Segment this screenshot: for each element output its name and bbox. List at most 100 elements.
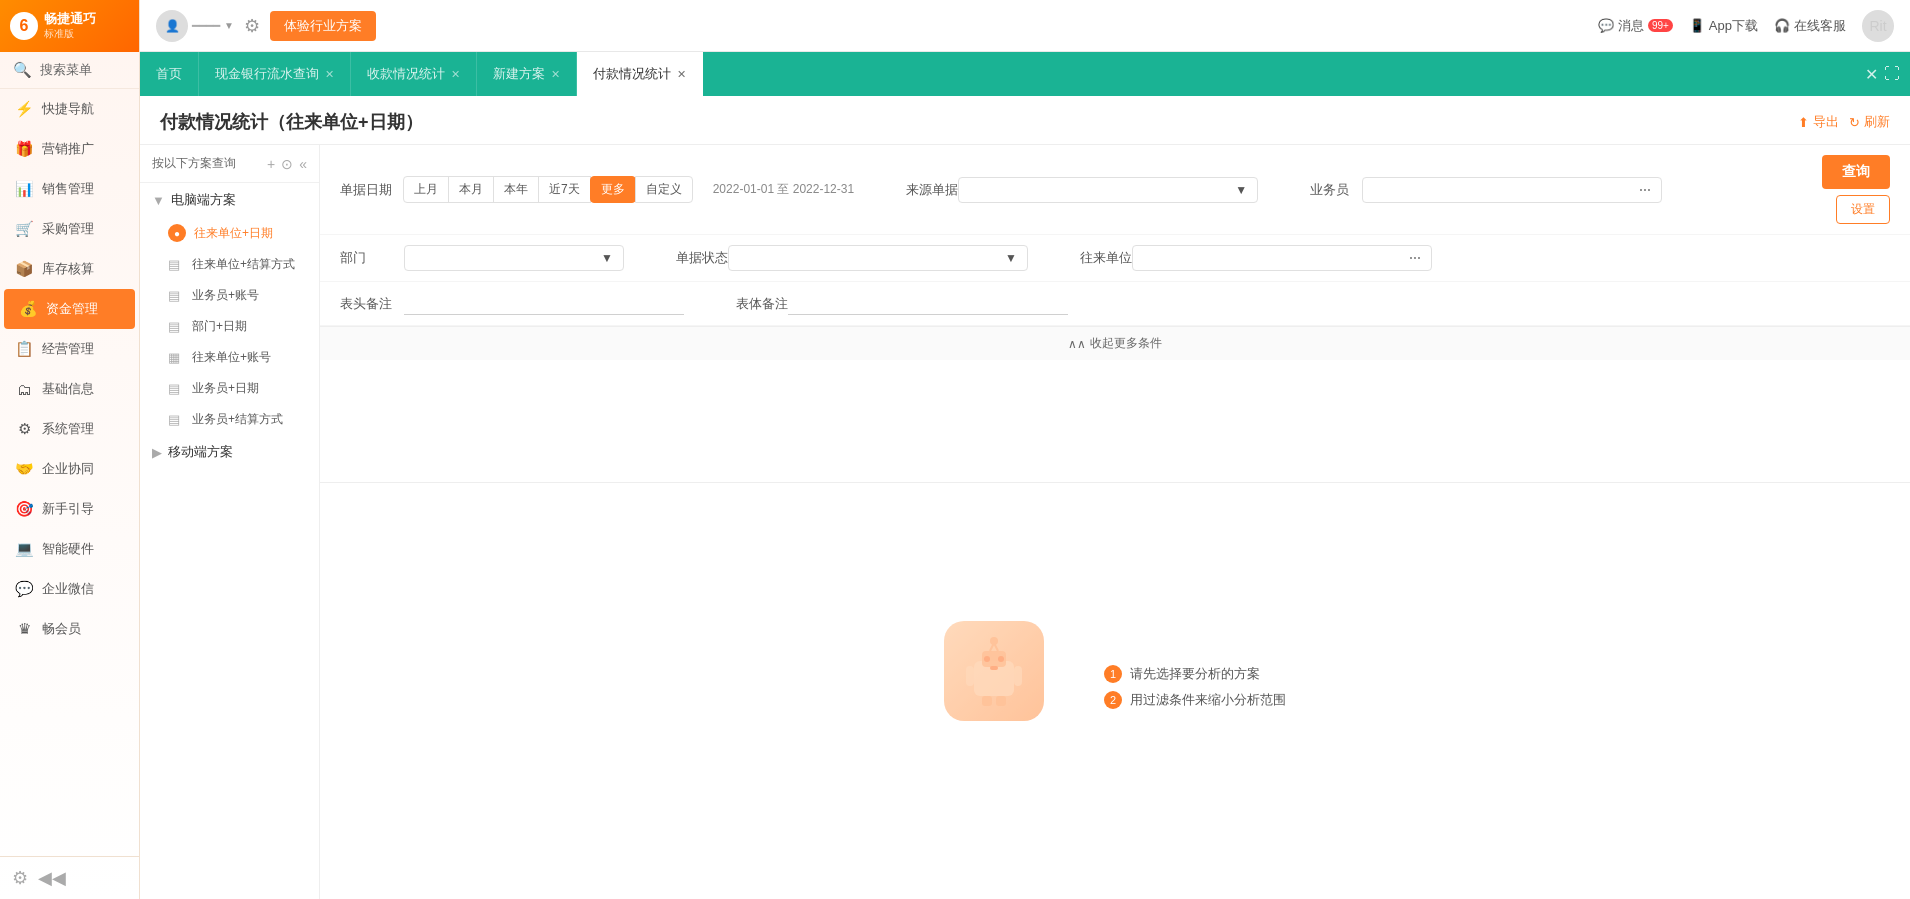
sidebar-item-search[interactable]: 🔍 搜索菜单	[0, 52, 139, 89]
gear-icon[interactable]: ⚙	[12, 867, 28, 889]
topbar-right-avatar[interactable]: Rit	[1862, 10, 1894, 42]
user-dropdown-icon[interactable]: ▼	[224, 20, 234, 31]
guide-icon: 🎯	[14, 499, 34, 519]
salesperson-dropdown-icon: ⋯	[1639, 183, 1651, 197]
right-area: 单据日期 上月 本月 本年 近7天 更多 自定义 2022-01-01 至 20…	[320, 145, 1910, 899]
user-area[interactable]: 👤 ━━━━ ▼	[156, 10, 234, 42]
source-doc-select[interactable]: ▼	[958, 177, 1258, 203]
sidebar-item-marketing[interactable]: 🎁 营销推广	[0, 129, 139, 169]
collapse-scheme-btn[interactable]: «	[299, 156, 307, 172]
sidebar-item-corp-collab[interactable]: 🤝 企业协同	[0, 449, 139, 489]
dept-dropdown-icon: ▼	[601, 251, 613, 265]
date-this-month-btn[interactable]: 本月	[448, 176, 494, 203]
smart-hw-icon: 💻	[14, 539, 34, 559]
tab-payment-stats-close[interactable]: ✕	[677, 68, 686, 81]
sidebar-item-corp-wechat[interactable]: 💬 企业微信	[0, 569, 139, 609]
tab-new-scheme-close[interactable]: ✕	[551, 68, 560, 81]
tab-new-scheme[interactable]: 新建方案 ✕	[477, 52, 577, 96]
sidebar-item-sales[interactable]: 📊 销售管理	[0, 169, 139, 209]
date-custom-btn[interactable]: 自定义	[635, 176, 693, 203]
scheme-icon-4: ▦	[168, 350, 184, 365]
collapse-conditions-btn[interactable]: ∧∧ 收起更多条件	[320, 326, 1910, 360]
filter-panel: 单据日期 上月 本月 本年 近7天 更多 自定义 2022-01-01 至 20…	[320, 145, 1910, 483]
tab-home[interactable]: 首页	[140, 52, 199, 96]
sidebar-item-vip[interactable]: ♛ 畅会员	[0, 609, 139, 649]
scheme-panel-header-title: 按以下方案查询	[152, 155, 236, 172]
sidebar-item-finance[interactable]: 💰 资金管理	[4, 289, 135, 329]
app-download-btn[interactable]: 📱 App下载	[1689, 17, 1758, 35]
filter-settings-btn[interactable]: 设置	[1836, 195, 1890, 224]
category-pc-label: 电脑端方案	[171, 191, 236, 209]
search-icon: 🔍	[12, 60, 32, 80]
tab-bank-flow[interactable]: 现金银行流水查询 ✕	[199, 52, 351, 96]
finance-icon: 💰	[18, 299, 38, 319]
sidebar-item-operations[interactable]: 📋 经营管理	[0, 329, 139, 369]
tab-home-label: 首页	[156, 65, 182, 83]
service-icon: 🎧	[1774, 18, 1790, 33]
corp-collab-icon: 🤝	[14, 459, 34, 479]
scheme-category-pc[interactable]: ▼ 电脑端方案	[140, 183, 319, 217]
tab-receipt-stats-close[interactable]: ✕	[451, 68, 460, 81]
maximize-btn[interactable]: ⛶	[1884, 65, 1900, 83]
date-7days-btn[interactable]: 近7天	[538, 176, 591, 203]
scheme-item-3[interactable]: ▤ 部门+日期	[140, 311, 319, 342]
svg-rect-5	[966, 666, 974, 686]
notification-btn[interactable]: 💬 消息 99+	[1598, 17, 1673, 35]
app-download-label: App下载	[1709, 17, 1758, 35]
robot-icon	[944, 621, 1044, 721]
scheme-item-1[interactable]: ▤ 往来单位+结算方式	[140, 249, 319, 280]
customer-service-btn[interactable]: 🎧 在线客服	[1774, 17, 1846, 35]
purchase-icon: 🛒	[14, 219, 34, 239]
tab-bank-flow-close[interactable]: ✕	[325, 68, 334, 81]
app-name: 畅捷通巧	[44, 11, 96, 28]
filter-row-1: 单据日期 上月 本月 本年 近7天 更多 自定义 2022-01-01 至 20…	[320, 145, 1910, 235]
hint-num-2: 2	[1104, 691, 1122, 709]
date-this-year-btn[interactable]: 本年	[493, 176, 539, 203]
sidebar-item-smart-hw[interactable]: 💻 智能硬件	[0, 529, 139, 569]
trial-btn[interactable]: 体验行业方案	[270, 11, 376, 41]
export-btn[interactable]: ⬆ 导出	[1798, 113, 1839, 131]
mobile-icon: 📱	[1689, 18, 1705, 33]
svg-rect-4	[990, 666, 998, 670]
add-scheme-btn[interactable]: +	[267, 156, 275, 172]
tab-receipt-stats[interactable]: 收款情况统计 ✕	[351, 52, 477, 96]
sidebar-item-quick-nav[interactable]: ⚡ 快捷导航	[0, 89, 139, 129]
header-note-input[interactable]	[404, 292, 684, 315]
scheme-category-mobile[interactable]: ▶ 移动端方案	[140, 435, 319, 469]
close-all-tabs-btn[interactable]: ✕	[1865, 65, 1878, 84]
query-btn[interactable]: 查询	[1822, 155, 1890, 189]
salesperson-label: 业务员	[1310, 181, 1362, 199]
scheme-item-4[interactable]: ▦ 往来单位+账号	[140, 342, 319, 373]
scheme-settings-btn[interactable]: ⊙	[281, 156, 293, 172]
main-area: 👤 ━━━━ ▼ ⚙ 体验行业方案 💬 消息 99+ 📱 App下载 🎧 在线客…	[140, 0, 1910, 899]
doc-status-select[interactable]: ▼	[728, 245, 1028, 271]
sidebar-item-purchase[interactable]: 🛒 采购管理	[0, 209, 139, 249]
tab-new-scheme-label: 新建方案	[493, 65, 545, 83]
counterpart-select[interactable]: ⋯	[1132, 245, 1432, 271]
salesperson-select[interactable]: ⋯	[1362, 177, 1662, 203]
body-note-input[interactable]	[788, 292, 1068, 315]
dept-select[interactable]: ▼	[404, 245, 624, 271]
hint-text-2: 用过滤条件来缩小分析范围	[1130, 691, 1286, 709]
date-last-month-btn[interactable]: 上月	[403, 176, 449, 203]
scheme-item-2-label: 业务员+账号	[192, 287, 259, 304]
collapse-sidebar-icon[interactable]: ◀◀	[38, 867, 66, 889]
scheme-item-6[interactable]: ▤ 业务员+结算方式	[140, 404, 319, 435]
refresh-btn[interactable]: ↻ 刷新	[1849, 113, 1890, 131]
scheme-item-0[interactable]: ● 往来单位+日期	[140, 217, 319, 249]
settings-icon[interactable]: ⚙	[244, 15, 260, 37]
sys-admin-icon: ⚙	[14, 419, 34, 439]
tab-payment-stats[interactable]: 付款情况统计 ✕	[577, 52, 703, 96]
filter-row-3: 表头备注 表体备注	[320, 282, 1910, 326]
scheme-item-5[interactable]: ▤ 业务员+日期	[140, 373, 319, 404]
sidebar-item-guide[interactable]: 🎯 新手引导	[0, 489, 139, 529]
date-filter-group: 上月 本月 本年 近7天 更多 自定义	[404, 176, 693, 203]
scheme-item-2[interactable]: ▤ 业务员+账号	[140, 280, 319, 311]
date-more-btn[interactable]: 更多	[590, 176, 636, 203]
sidebar-item-sys-admin[interactable]: ⚙ 系统管理	[0, 409, 139, 449]
refresh-icon: ↻	[1849, 115, 1860, 130]
sidebar-item-inventory[interactable]: 📦 库存核算	[0, 249, 139, 289]
sidebar-item-basic-info[interactable]: 🗂 基础信息	[0, 369, 139, 409]
scheme-icon-6: ▤	[168, 412, 184, 427]
corp-wechat-icon: 💬	[14, 579, 34, 599]
